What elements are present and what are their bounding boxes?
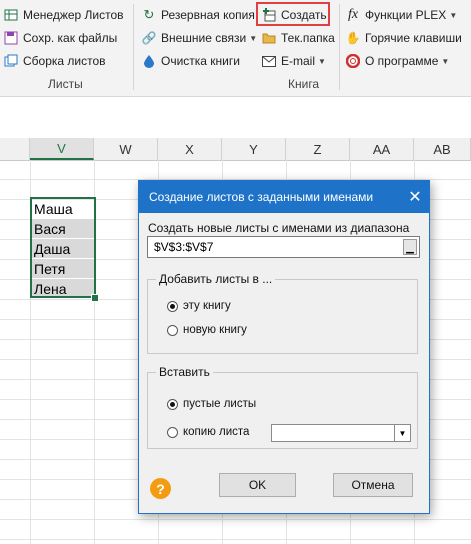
chevron-down-icon[interactable]: ▼ [394, 425, 410, 441]
dialog-title: Создание листов с заданными именами [139, 181, 429, 213]
column-header-x[interactable]: X [158, 138, 222, 160]
fx-icon: fx [347, 7, 359, 22]
range-field[interactable]: ▁ [147, 236, 420, 258]
radio-new-workbook[interactable]: новую книгу [167, 324, 247, 336]
create-button[interactable]: Создать [262, 5, 327, 25]
create-sheets-dialog: Создание листов с заданными именами ✕ Со… [138, 180, 430, 514]
sheet-manager-button[interactable]: Менеджер Листов [4, 5, 124, 25]
column-header-z[interactable]: Z [286, 138, 350, 160]
chevron-down-icon: ▼ [449, 10, 458, 20]
help-icon[interactable]: ? [150, 478, 171, 499]
about-button[interactable]: О программе ▼ [346, 51, 449, 71]
chevron-down-icon: ▼ [249, 33, 258, 43]
fill-handle[interactable] [91, 294, 99, 302]
ribbon: Менеджер Листов Сохр. как файлы Сборка л… [0, 0, 471, 96]
range-select-button[interactable]: ▁ [403, 239, 417, 255]
lifebuoy-icon [346, 54, 360, 68]
range-label: Создать новые листы с именами из диапазо… [148, 221, 410, 235]
hand-icon: ✋ [345, 31, 361, 45]
radio-button[interactable] [167, 398, 178, 410]
sheet-manager-icon [4, 8, 18, 22]
column-header-y[interactable]: Y [222, 138, 286, 160]
clean-workbook-button[interactable]: Очистка книги [142, 51, 240, 71]
close-icon[interactable]: ✕ [401, 181, 429, 213]
create-sheets-icon [262, 8, 276, 22]
formula-area [0, 96, 471, 139]
backup-icon: ↻ [143, 7, 155, 22]
current-folder-button[interactable]: Тек.папка [262, 28, 335, 48]
external-links-button[interactable]: 🔗 Внешние связи ▼ [141, 28, 258, 48]
radio-blank-sheets[interactable]: пустые листы [167, 398, 256, 410]
range-input[interactable] [150, 238, 398, 256]
chevron-down-icon: ▼ [318, 56, 326, 66]
hotkeys-button[interactable]: ✋ Горячие клавиши [346, 28, 462, 48]
envelope-icon [262, 54, 276, 68]
sheet-select[interactable]: ▼ [271, 424, 411, 442]
column-header-v[interactable]: V [30, 138, 94, 160]
save-as-files-button[interactable]: Сохр. как файлы [4, 28, 117, 48]
folder-icon [262, 31, 276, 45]
column-header-ab[interactable]: AB [414, 138, 471, 160]
radio-sheet-copy[interactable]: копию листа [167, 426, 249, 438]
cancel-button[interactable]: Отмена [333, 473, 413, 497]
save-files-icon [4, 31, 18, 45]
backup-button[interactable]: ↻ Резервная копия [142, 5, 255, 25]
column-header-bar: V W X Y Z AA AB [0, 138, 471, 161]
group-separator [133, 4, 134, 90]
radio-button[interactable] [167, 300, 178, 312]
corner-cell[interactable] [0, 138, 30, 160]
add-to-group-title: Добавить листы в ... [156, 272, 276, 286]
column-header-w[interactable]: W [94, 138, 158, 160]
radio-button[interactable] [167, 426, 178, 438]
merge-sheets-icon [4, 54, 18, 68]
merge-sheets-button[interactable]: Сборка листов [4, 51, 106, 71]
ok-button[interactable]: OK [219, 473, 296, 497]
radio-button[interactable] [167, 324, 178, 336]
links-icon: 🔗 [141, 31, 157, 45]
insert-group-title: Вставить [156, 365, 213, 379]
column-header-aa[interactable]: AA [350, 138, 414, 160]
email-button[interactable]: E-mail ▼ [262, 51, 326, 71]
group-separator [339, 4, 340, 90]
group-label-sheets: Листы [48, 77, 83, 91]
add-to-group: Добавить листы в ... эту книгу новую кни… [147, 272, 418, 354]
plex-functions-button[interactable]: fx Функции PLEX ▼ [346, 5, 457, 25]
drop-icon [142, 54, 156, 68]
chevron-down-icon: ▼ [441, 56, 450, 66]
radio-this-workbook[interactable]: эту книгу [167, 300, 231, 312]
group-label-workbook: Книга [288, 77, 320, 91]
insert-group: Вставить пустые листы копию листа ▼ [147, 365, 418, 449]
selection-border [30, 197, 96, 298]
